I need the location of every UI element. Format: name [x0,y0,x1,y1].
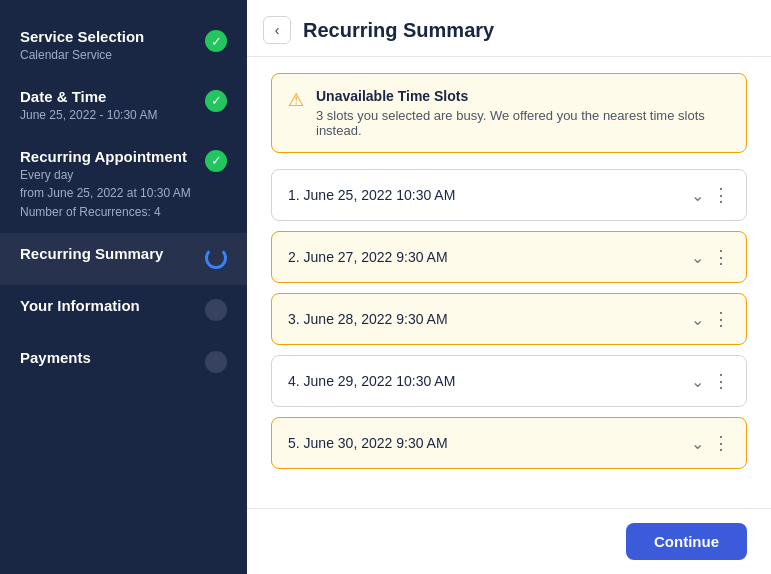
more-options-icon[interactable]: ⋮ [712,432,730,454]
appointment-row[interactable]: 1. June 25, 2022 10:30 AM ⌄ ⋮ [271,169,747,221]
more-options-icon[interactable]: ⋮ [712,184,730,206]
warning-banner: ⚠ Unavailable Time Slots 3 slots you sel… [271,73,747,153]
appointment-row[interactable]: 3. June 28, 2022 9:30 AM ⌄ ⋮ [271,293,747,345]
sidebar-item-title-recurring-summary: Recurring Summary [20,245,163,262]
page-title: Recurring Summary [303,19,494,42]
appointment-label: 2. June 27, 2022 9:30 AM [288,249,448,265]
sidebar-item-subtitle-date-time: June 25, 2022 - 10:30 AM [20,107,157,124]
warning-body: 3 slots you selected are busy. We offere… [316,108,730,138]
chevron-down-icon[interactable]: ⌄ [691,186,704,205]
sidebar-item-title-recurring-appointment: Recurring Appointment [20,148,191,165]
appointment-label: 5. June 30, 2022 9:30 AM [288,435,448,451]
chevron-down-icon[interactable]: ⌄ [691,248,704,267]
appointment-row[interactable]: 5. June 30, 2022 9:30 AM ⌄ ⋮ [271,417,747,469]
sidebar-item-date-time[interactable]: Date & Time June 25, 2022 - 10:30 AM ✓ [0,76,247,136]
appointments-list: 1. June 25, 2022 10:30 AM⌄⋮2. June 27, 2… [271,169,747,469]
sidebar-item-subtitle-recurring-appointment: Number of Recurrences: 4 [20,204,191,221]
sidebar-item-payments[interactable]: Payments [0,337,247,389]
warning-title: Unavailable Time Slots [316,88,730,104]
back-button[interactable]: ‹ [263,16,291,44]
sidebar-item-your-information[interactable]: Your Information [0,285,247,337]
sidebar-item-service-selection[interactable]: Service Selection Calendar Service ✓ [0,16,247,76]
sidebar-item-title-date-time: Date & Time [20,88,157,105]
more-options-icon[interactable]: ⋮ [712,370,730,392]
continue-button[interactable]: Continue [626,523,747,560]
sidebar-item-subtitle-service-selection: Calendar Service [20,47,144,64]
check-icon: ✓ [205,30,227,52]
main-body: ⚠ Unavailable Time Slots 3 slots you sel… [247,57,771,508]
check-icon: ✓ [205,150,227,172]
main-content: ‹ Recurring Summary ⚠ Unavailable Time S… [247,0,771,574]
inactive-icon [205,299,227,321]
appointment-row[interactable]: 2. June 27, 2022 9:30 AM ⌄ ⋮ [271,231,747,283]
sidebar-item-title-your-information: Your Information [20,297,140,314]
check-icon: ✓ [205,90,227,112]
more-options-icon[interactable]: ⋮ [712,308,730,330]
sidebar: Service SelectionCalendar Service✓Date &… [0,0,247,574]
appointment-label: 1. June 25, 2022 10:30 AM [288,187,455,203]
main-header: ‹ Recurring Summary [247,0,771,57]
warning-icon: ⚠ [288,89,304,111]
main-footer: Continue [247,508,771,574]
inactive-icon [205,351,227,373]
sidebar-item-title-payments: Payments [20,349,91,366]
more-options-icon[interactable]: ⋮ [712,246,730,268]
sidebar-item-recurring-appointment[interactable]: Recurring Appointment Every dayfrom June … [0,136,247,233]
sidebar-item-title-service-selection: Service Selection [20,28,144,45]
appointment-label: 3. June 28, 2022 9:30 AM [288,311,448,327]
warning-text: Unavailable Time Slots 3 slots you selec… [316,88,730,138]
appointment-label: 4. June 29, 2022 10:30 AM [288,373,455,389]
chevron-down-icon[interactable]: ⌄ [691,310,704,329]
sidebar-item-subtitle-recurring-appointment: from June 25, 2022 at 10:30 AM [20,185,191,202]
progress-icon [205,247,227,269]
chevron-down-icon[interactable]: ⌄ [691,434,704,453]
appointment-row[interactable]: 4. June 29, 2022 10:30 AM ⌄ ⋮ [271,355,747,407]
chevron-down-icon[interactable]: ⌄ [691,372,704,391]
sidebar-item-subtitle-recurring-appointment: Every day [20,167,191,184]
sidebar-item-recurring-summary[interactable]: Recurring Summary [0,233,247,285]
